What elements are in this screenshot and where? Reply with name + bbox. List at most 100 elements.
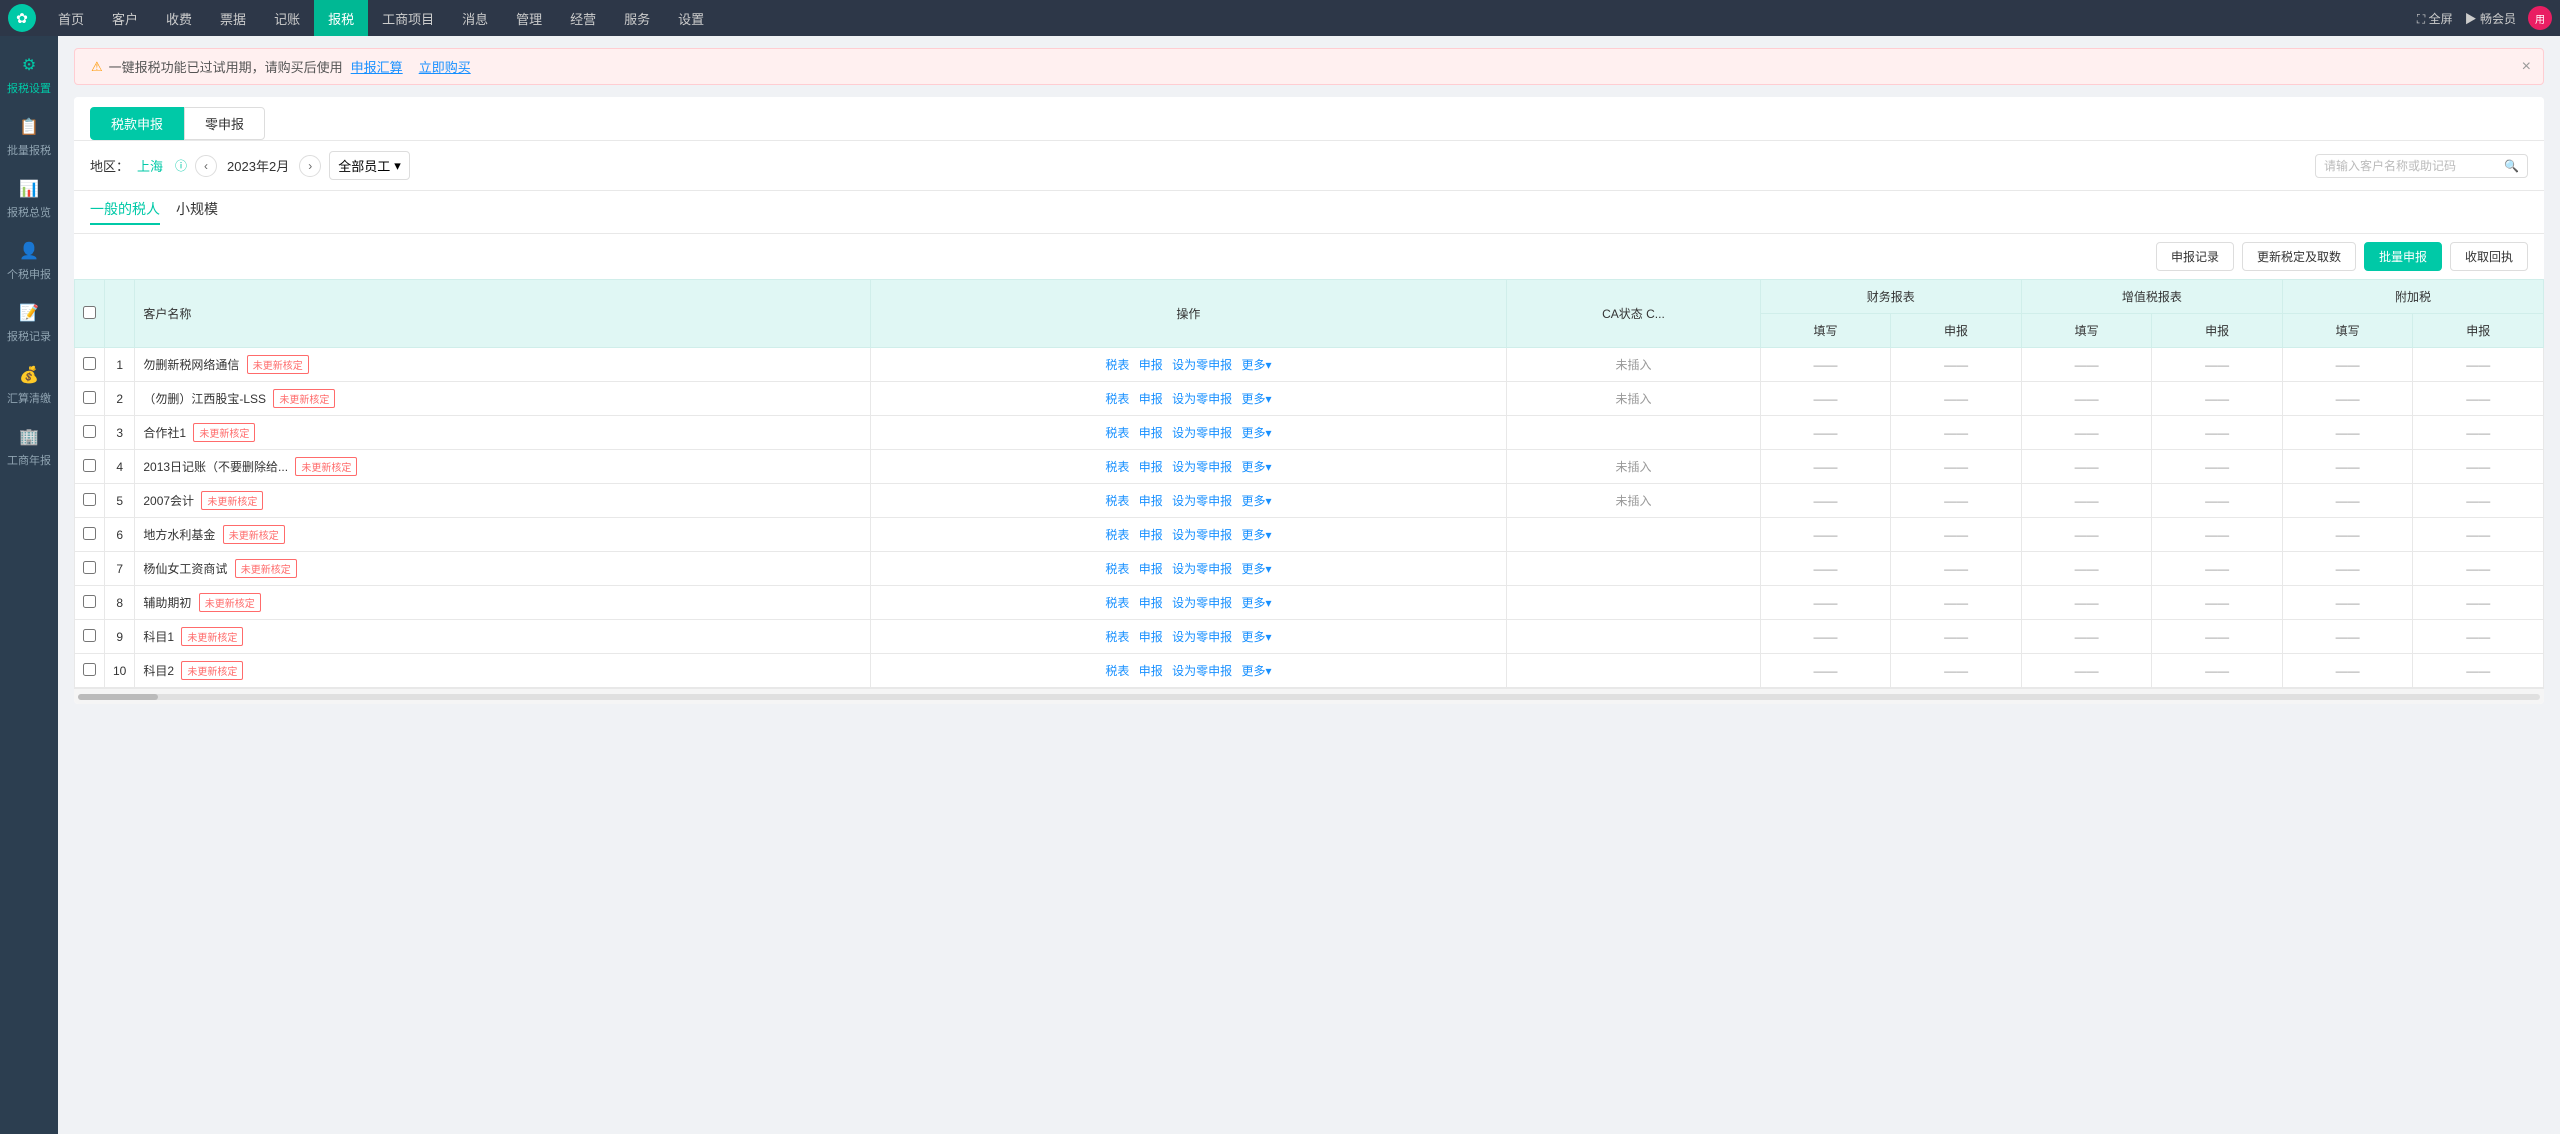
date-prev-btn[interactable]: ‹ — [195, 155, 217, 177]
op-declare-7[interactable]: 申报 — [1139, 596, 1163, 610]
sidebar-item-settlement[interactable]: 💰 汇算清缴 — [0, 354, 58, 416]
batch-declare-btn[interactable]: 批量申报 — [2364, 242, 2442, 271]
row-checkbox-0[interactable] — [83, 357, 96, 370]
op-more-0[interactable]: 更多▾ — [1241, 358, 1271, 372]
op-zero-declare-0[interactable]: 设为零申报 — [1172, 358, 1232, 372]
op-tax-form-6[interactable]: 税表 — [1105, 562, 1129, 576]
op-zero-declare-5[interactable]: 设为零申报 — [1172, 528, 1232, 542]
op-more-3[interactable]: 更多▾ — [1241, 460, 1271, 474]
toolbar-right: 🔍 — [2315, 154, 2528, 178]
op-declare-2[interactable]: 申报 — [1139, 426, 1163, 440]
select-all-checkbox[interactable] — [83, 306, 96, 319]
sub-tab-general[interactable]: 一般的税人 — [90, 199, 160, 225]
nav-operation[interactable]: 经营 — [556, 0, 610, 36]
nav-invoice[interactable]: 票据 — [206, 0, 260, 36]
op-declare-8[interactable]: 申报 — [1139, 630, 1163, 644]
op-zero-declare-7[interactable]: 设为零申报 — [1172, 596, 1232, 610]
op-zero-declare-2[interactable]: 设为零申报 — [1172, 426, 1232, 440]
op-more-9[interactable]: 更多▾ — [1241, 664, 1271, 678]
row-rep2-6: —— — [2152, 552, 2283, 586]
sidebar-item-personal-tax[interactable]: 👤 个税申报 — [0, 230, 58, 292]
op-more-5[interactable]: 更多▾ — [1241, 528, 1271, 542]
row-checkbox-9[interactable] — [83, 663, 96, 676]
op-more-7[interactable]: 更多▾ — [1241, 596, 1271, 610]
sidebar-item-business-report[interactable]: 🏢 工商年报 — [0, 416, 58, 478]
sidebar-item-tax-settings[interactable]: ⚙ 报税设置 — [0, 44, 58, 106]
status-badge-2: 未更新核定 — [193, 423, 255, 442]
banner-link-buy[interactable]: 立即购买 — [419, 57, 471, 76]
op-more-4[interactable]: 更多▾ — [1241, 494, 1271, 508]
collect-receipt-btn[interactable]: 收取回执 — [2450, 242, 2528, 271]
op-declare-5[interactable]: 申报 — [1139, 528, 1163, 542]
row-checkbox-cell — [75, 586, 105, 620]
banner-close-btn[interactable]: × — [2522, 58, 2531, 76]
op-tax-form-0[interactable]: 税表 — [1105, 358, 1129, 372]
op-zero-declare-8[interactable]: 设为零申报 — [1172, 630, 1232, 644]
op-tax-form-9[interactable]: 税表 — [1105, 664, 1129, 678]
vip-btn[interactable]: ▶ 畅会员 — [2465, 10, 2516, 27]
row-checkbox-4[interactable] — [83, 493, 96, 506]
op-declare-9[interactable]: 申报 — [1139, 664, 1163, 678]
op-zero-declare-6[interactable]: 设为零申报 — [1172, 562, 1232, 576]
op-tax-form-8[interactable]: 税表 — [1105, 630, 1129, 644]
row-checkbox-3[interactable] — [83, 459, 96, 472]
op-tax-form-7[interactable]: 税表 — [1105, 596, 1129, 610]
op-more-8[interactable]: 更多▾ — [1241, 630, 1271, 644]
op-zero-declare-9[interactable]: 设为零申报 — [1172, 664, 1232, 678]
row-rep2-3: —— — [2152, 450, 2283, 484]
op-more-1[interactable]: 更多▾ — [1241, 392, 1271, 406]
nav-items: 首页 客户 收费 票据 记账 报税 工商项目 消息 管理 经营 服务 设置 — [44, 0, 2417, 36]
op-zero-declare-3[interactable]: 设为零申报 — [1172, 460, 1232, 474]
op-tax-form-3[interactable]: 税表 — [1105, 460, 1129, 474]
row-checkbox-6[interactable] — [83, 561, 96, 574]
date-next-btn[interactable]: › — [299, 155, 321, 177]
nav-settings[interactable]: 设置 — [664, 0, 718, 36]
tax-overview-icon: 📊 — [18, 178, 40, 200]
nav-manage[interactable]: 管理 — [502, 0, 556, 36]
header-checkbox-cell — [75, 280, 105, 348]
nav-message[interactable]: 消息 — [448, 0, 502, 36]
row-checkbox-5[interactable] — [83, 527, 96, 540]
op-declare-4[interactable]: 申报 — [1139, 494, 1163, 508]
nav-home[interactable]: 首页 — [44, 0, 98, 36]
nav-accounting[interactable]: 记账 — [260, 0, 314, 36]
sidebar-item-tax-record[interactable]: 📝 报税记录 — [0, 292, 58, 354]
row-checkbox-2[interactable] — [83, 425, 96, 438]
op-declare-1[interactable]: 申报 — [1139, 392, 1163, 406]
op-declare-3[interactable]: 申报 — [1139, 460, 1163, 474]
sub-tab-small[interactable]: 小规模 — [176, 199, 218, 225]
scrollbar-thumb[interactable] — [78, 694, 158, 700]
op-declare-0[interactable]: 申报 — [1139, 358, 1163, 372]
op-declare-6[interactable]: 申报 — [1139, 562, 1163, 576]
tab-zero-declare[interactable]: 零申报 — [184, 107, 265, 140]
nav-service[interactable]: 服务 — [610, 0, 664, 36]
nav-tax[interactable]: 报税 — [314, 0, 368, 36]
sidebar-item-batch-tax[interactable]: 📋 批量报税 — [0, 106, 58, 168]
row-checkbox-1[interactable] — [83, 391, 96, 404]
user-avatar[interactable]: 用 — [2528, 6, 2552, 30]
search-input[interactable] — [2324, 159, 2504, 173]
row-checkbox-8[interactable] — [83, 629, 96, 642]
declare-record-btn[interactable]: 申报记录 — [2156, 242, 2234, 271]
op-zero-declare-1[interactable]: 设为零申报 — [1172, 392, 1232, 406]
tab-tax-declare[interactable]: 税款申报 — [90, 107, 184, 140]
employee-select[interactable]: 全部员工 ▾ — [329, 151, 410, 180]
nav-business[interactable]: 工商项目 — [368, 0, 448, 36]
op-tax-form-5[interactable]: 税表 — [1105, 528, 1129, 542]
op-zero-declare-4[interactable]: 设为零申报 — [1172, 494, 1232, 508]
nav-billing[interactable]: 收费 — [152, 0, 206, 36]
op-more-2[interactable]: 更多▾ — [1241, 426, 1271, 440]
op-tax-form-4[interactable]: 税表 — [1105, 494, 1129, 508]
row-checkbox-7[interactable] — [83, 595, 96, 608]
op-tax-form-1[interactable]: 税表 — [1105, 392, 1129, 406]
fullscreen-btn[interactable]: ⛶ 全屏 — [2417, 10, 2453, 27]
op-more-6[interactable]: 更多▾ — [1241, 562, 1271, 576]
banner-link-report[interactable]: 申报汇算 — [351, 57, 403, 76]
update-tax-btn[interactable]: 更新税定及取数 — [2242, 242, 2356, 271]
horizontal-scrollbar[interactable] — [74, 688, 2544, 704]
row-fill1-7: —— — [1760, 586, 1891, 620]
search-icon[interactable]: 🔍 — [2504, 159, 2519, 173]
nav-customer[interactable]: 客户 — [98, 0, 152, 36]
op-tax-form-2[interactable]: 税表 — [1105, 426, 1129, 440]
sidebar-item-tax-overview[interactable]: 📊 报税总览 — [0, 168, 58, 230]
